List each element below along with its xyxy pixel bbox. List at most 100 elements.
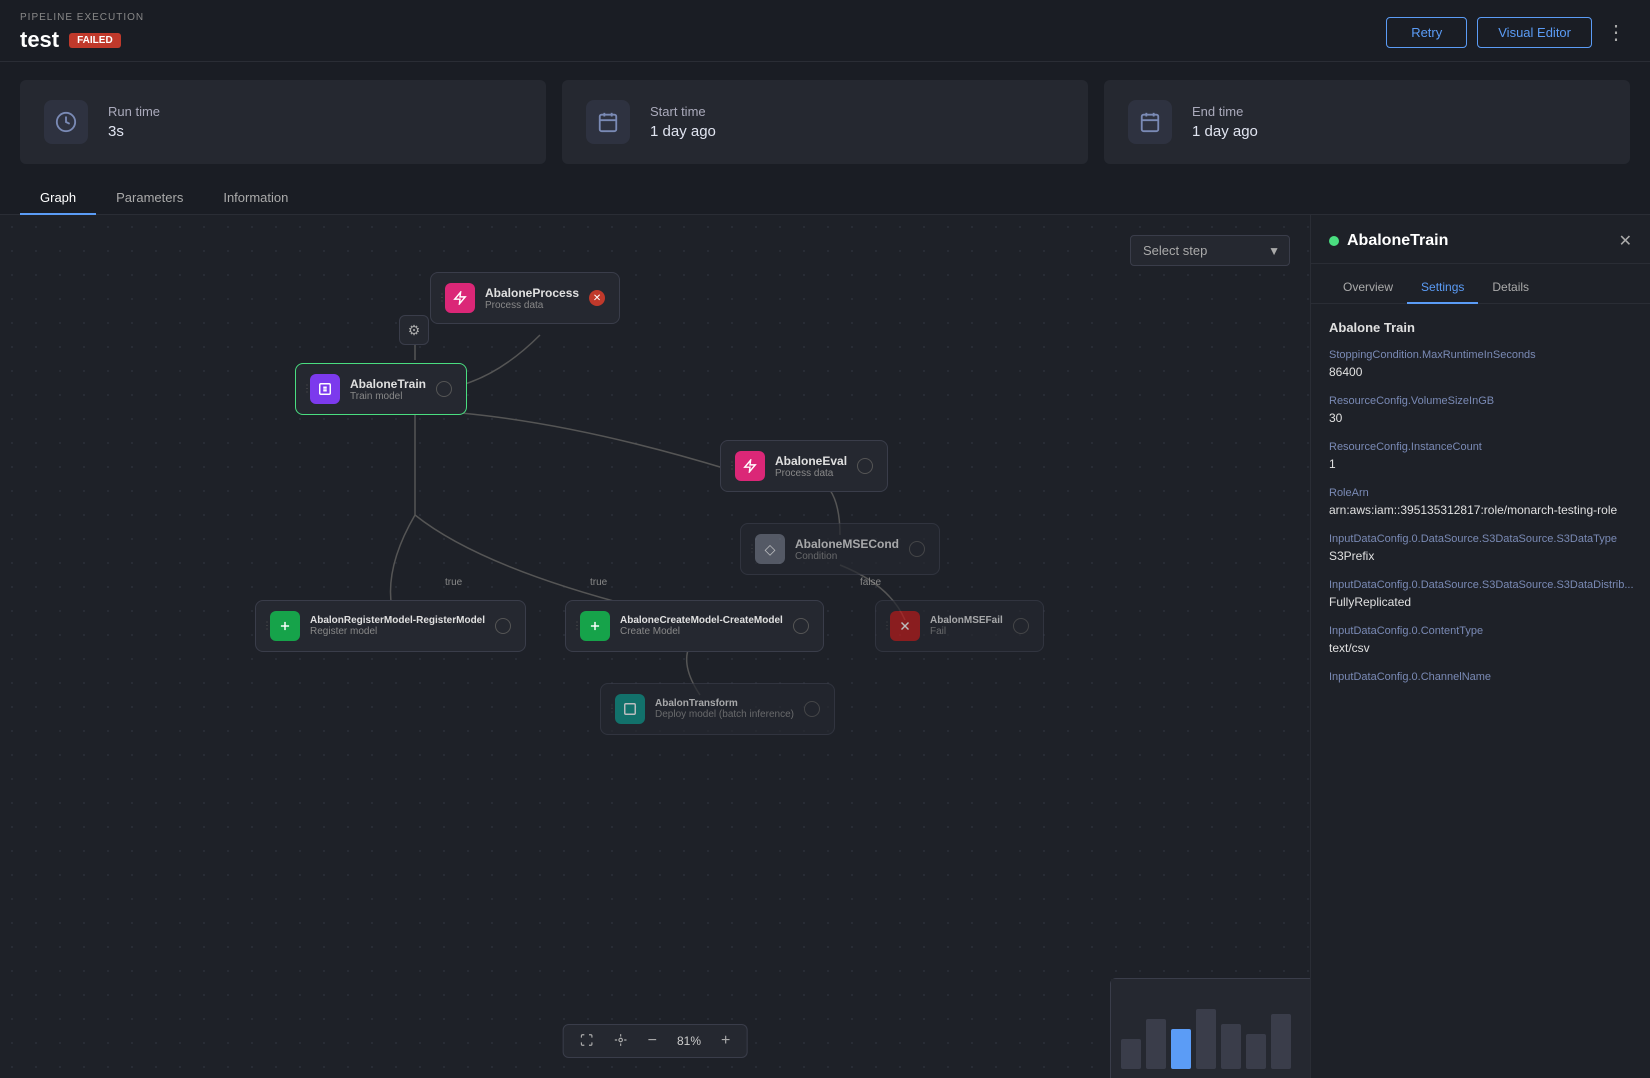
node-name-abaloneeval: AbaloneEval — [775, 454, 847, 468]
setting-value-instance-count: 1 — [1329, 457, 1632, 471]
node-abalonecreatemodel[interactable]: ⋮ AbaloneCreateModel-CreateModel Create … — [565, 600, 824, 652]
setting-instance-count: ResourceConfig.InstanceCount 1 — [1329, 441, 1632, 471]
retry-button[interactable]: Retry — [1386, 17, 1467, 48]
drag-handle-icon: ⋮ — [572, 621, 582, 632]
node-status-abaloneregistermodel — [495, 618, 511, 634]
starttime-value: 1 day ago — [650, 123, 716, 140]
drag-handle-icon: ⋮ — [607, 704, 617, 715]
setting-key-channel-name: InputDataConfig.0.ChannelName — [1329, 671, 1632, 683]
status-dot — [1329, 236, 1339, 246]
panel-tab-settings[interactable]: Settings — [1407, 272, 1478, 304]
setting-value-stopping-condition: 86400 — [1329, 365, 1632, 379]
node-abalonemse-cond[interactable]: ⋮ ◇ AbaloneMSECond Condition — [740, 523, 940, 575]
node-icon-abalonecreatemodel — [580, 611, 610, 641]
node-desc-abalonemse-fail: Fail — [930, 626, 1003, 637]
node-abalonetrain[interactable]: ⋮ AbaloneTrain Train model — [295, 363, 467, 415]
node-abaloneprocess[interactable]: ⋮ AbaloneProcess Process data ✕ — [430, 272, 620, 324]
node-info-abaloneeval: AbaloneEval Process data — [775, 454, 847, 479]
endtime-label: End time — [1192, 104, 1258, 119]
setting-value-s3-data-type: S3Prefix — [1329, 549, 1632, 563]
node-desc-abalonecreatemodel: Create Model — [620, 626, 783, 637]
panel-header: AbaloneTrain ✕ — [1311, 215, 1650, 264]
setting-s3-distrib: InputDataConfig.0.DataSource.S3DataSourc… — [1329, 579, 1632, 609]
node-info-abaloneregistermodel: AbalonRegisterModel-RegisterModel Regist… — [310, 615, 485, 637]
header-right: Retry Visual Editor ⋮ — [1386, 16, 1630, 49]
panel-section-title: Abalone Train — [1329, 320, 1632, 335]
node-abalonetransform[interactable]: ⋮ AbalonTransform Deploy model (batch in… — [600, 683, 835, 735]
visual-editor-button[interactable]: Visual Editor — [1477, 17, 1592, 48]
gear-node[interactable]: ⚙ — [399, 315, 429, 345]
svg-text:true: true — [445, 577, 463, 588]
node-abaloneeval[interactable]: ⋮ AbaloneEval Process data — [720, 440, 888, 492]
node-status-abalonetransform — [804, 701, 820, 717]
drag-handle-icon: ⋮ — [727, 461, 737, 472]
setting-key-s3-data-type: InputDataConfig.0.DataSource.S3DataSourc… — [1329, 533, 1632, 545]
panel-content[interactable]: Abalone Train StoppingCondition.MaxRunti… — [1311, 304, 1650, 1078]
zoom-out-button[interactable]: − — [642, 1030, 663, 1052]
node-status-abalonemse-fail — [1013, 618, 1029, 634]
stat-card-starttime: Start time 1 day ago — [562, 80, 1088, 164]
more-options-button[interactable]: ⋮ — [1602, 16, 1630, 49]
panel-tab-details[interactable]: Details — [1478, 272, 1543, 304]
node-icon-abalonetrain — [310, 374, 340, 404]
pipeline-title: test Failed — [20, 27, 144, 53]
select-step-wrapper[interactable]: Select step ▼ — [1130, 235, 1290, 266]
node-status-abalonecreatemodel — [793, 618, 809, 634]
zoom-level-display: 81% — [671, 1034, 707, 1048]
node-desc-abaloneprocess: Process data — [485, 300, 579, 311]
tab-parameters[interactable]: Parameters — [96, 182, 203, 215]
node-icon-abalonetransform — [615, 694, 645, 724]
node-info-abalonecreatemodel: AbaloneCreateModel-CreateModel Create Mo… — [620, 615, 783, 637]
setting-channel-name: InputDataConfig.0.ChannelName — [1329, 671, 1632, 683]
zoom-in-button[interactable]: + — [715, 1030, 736, 1052]
node-desc-abalonemse-cond: Condition — [795, 551, 899, 562]
setting-key-instance-count: ResourceConfig.InstanceCount — [1329, 441, 1632, 453]
stat-info-starttime: Start time 1 day ago — [650, 104, 716, 140]
node-status-abalonetrain — [436, 381, 452, 397]
graph-area[interactable]: Select step ▼ true true — [0, 215, 1310, 1078]
panel-tab-overview[interactable]: Overview — [1329, 272, 1407, 304]
node-name-abalonetransform: AbalonTransform — [655, 698, 794, 709]
node-icon-abalonemse-cond: ◇ — [755, 534, 785, 564]
setting-key-content-type: InputDataConfig.0.ContentType — [1329, 625, 1632, 637]
tab-information[interactable]: Information — [203, 182, 308, 215]
header: PIPELINE EXECUTION test Failed Retry Vis… — [0, 0, 1650, 62]
tab-graph[interactable]: Graph — [20, 182, 96, 215]
node-abaloneregistermodel[interactable]: ⋮ AbalonRegisterModel-RegisterModel Regi… — [255, 600, 526, 652]
panel-close-button[interactable]: ✕ — [1619, 231, 1632, 263]
stat-card-runtime: Run time 3s — [20, 80, 546, 164]
setting-stopping-condition: StoppingCondition.MaxRuntimeInSeconds 86… — [1329, 349, 1632, 379]
node-status-abalonemse-cond — [909, 541, 925, 557]
node-name-abalonemse-fail: AbalonMSEFail — [930, 615, 1003, 626]
setting-value-s3-distrib: FullyReplicated — [1329, 595, 1632, 609]
svg-text:true: true — [590, 577, 608, 588]
endtime-value: 1 day ago — [1192, 123, 1258, 140]
node-name-abaloneprocess: AbaloneProcess — [485, 286, 579, 300]
runtime-icon — [44, 100, 88, 144]
select-step-dropdown[interactable]: Select step — [1130, 235, 1290, 266]
stat-info-runtime: Run time 3s — [108, 104, 160, 140]
node-icon-abaloneprocess — [445, 283, 475, 313]
center-button[interactable] — [608, 1031, 634, 1052]
node-icon-abalonemse-fail — [890, 611, 920, 641]
svg-text:false: false — [860, 577, 882, 588]
panel-tabs: Overview Settings Details — [1311, 272, 1650, 304]
setting-content-type: InputDataConfig.0.ContentType text/csv — [1329, 625, 1632, 655]
right-panel: AbaloneTrain ✕ Overview Settings Details… — [1310, 215, 1650, 1078]
node-name-abalonetrain: AbaloneTrain — [350, 377, 426, 391]
pipeline-label: PIPELINE EXECUTION — [20, 12, 144, 23]
setting-role-arn: RoleArn arn:aws:iam::395135312817:role/m… — [1329, 487, 1632, 517]
node-abalonemse-fail[interactable]: ⋮ AbalonMSEFail Fail — [875, 600, 1044, 652]
setting-s3-data-type: InputDataConfig.0.DataSource.S3DataSourc… — [1329, 533, 1632, 563]
setting-key-volume-size: ResourceConfig.VolumeSizeInGB — [1329, 395, 1632, 407]
node-status-abaloneprocess: ✕ — [589, 290, 605, 306]
node-name-abalonemse-cond: AbaloneMSECond — [795, 537, 899, 551]
starttime-icon — [586, 100, 630, 144]
setting-value-role-arn: arn:aws:iam::395135312817:role/monarch-t… — [1329, 503, 1632, 517]
fit-view-button[interactable] — [574, 1031, 600, 1052]
node-desc-abalonetrain: Train model — [350, 391, 426, 402]
setting-volume-size: ResourceConfig.VolumeSizeInGB 30 — [1329, 395, 1632, 425]
drag-handle-icon: ⋮ — [302, 384, 312, 395]
runtime-value: 3s — [108, 123, 160, 140]
node-desc-abaloneeval: Process data — [775, 468, 847, 479]
